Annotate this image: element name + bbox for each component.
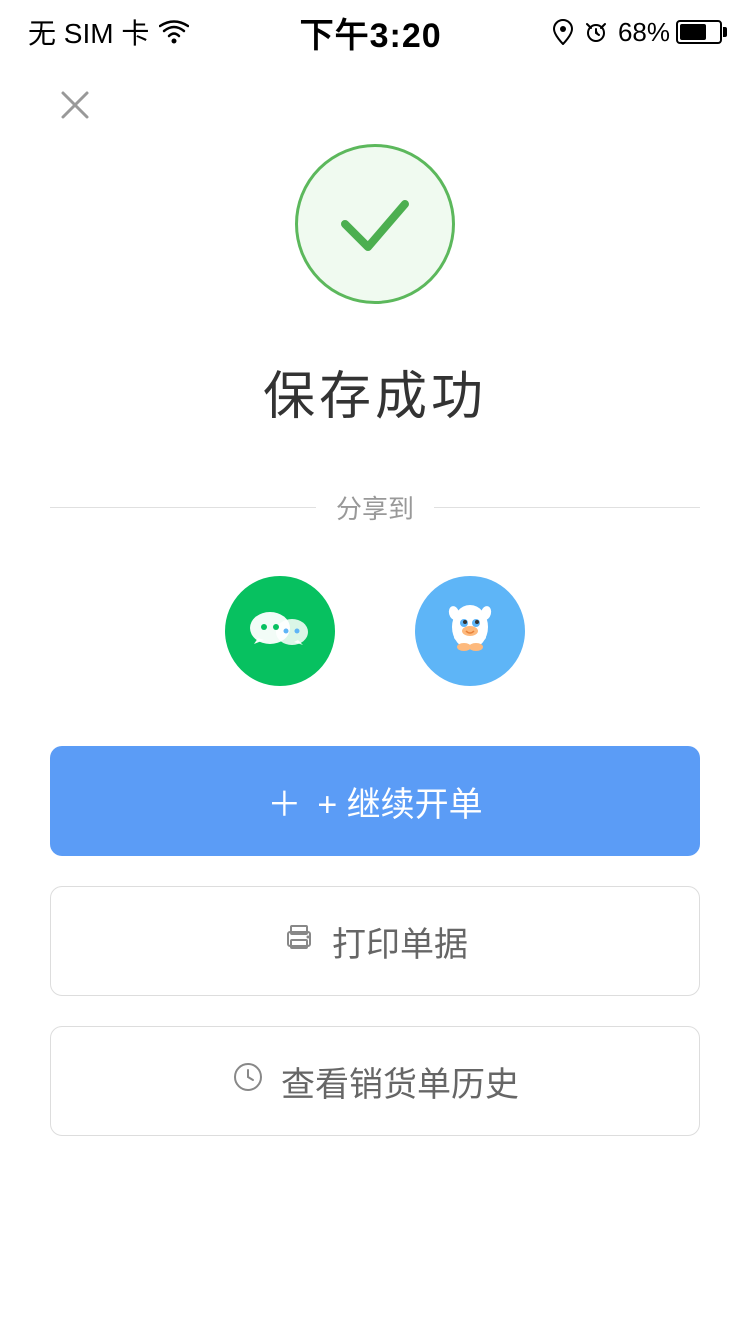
battery-container: 68%	[618, 17, 722, 48]
battery-text: 68%	[618, 17, 670, 48]
wechat-share-button[interactable]	[225, 576, 335, 686]
share-section: 分享到	[0, 489, 750, 686]
plus-icon: ＋	[267, 777, 301, 826]
share-icons	[50, 576, 700, 686]
clock-icon	[231, 1060, 265, 1103]
share-label: 分享到	[336, 489, 414, 526]
history-button-label: 查看销货单历史	[281, 1057, 519, 1106]
printer-icon	[282, 920, 316, 963]
close-button[interactable]	[50, 80, 100, 130]
continue-button[interactable]: ＋ + 继续开单	[50, 746, 700, 856]
status-time: 下午3:20	[300, 8, 442, 57]
status-left: 无 SIM 卡	[28, 12, 189, 52]
share-divider: 分享到	[50, 489, 700, 526]
wechat-icon	[246, 602, 314, 660]
divider-line-left	[50, 507, 316, 508]
location-icon	[552, 19, 574, 45]
qq-icon	[438, 595, 502, 667]
status-bar: 无 SIM 卡 下午3:20 68%	[0, 0, 750, 64]
divider-line-right	[434, 507, 700, 508]
alarm-icon	[584, 19, 608, 45]
battery-fill	[680, 24, 706, 40]
close-icon	[57, 87, 93, 123]
action-buttons: ＋ + 继续开单 打印单据 查看销货单历	[0, 746, 750, 1136]
qq-share-button[interactable]	[415, 576, 525, 686]
continue-button-label: + 继续开单	[317, 777, 482, 826]
battery-icon	[676, 20, 722, 44]
success-circle	[295, 144, 455, 304]
main-content: 保存成功 分享到	[0, 64, 750, 1136]
history-button[interactable]: 查看销货单历史	[50, 1026, 700, 1136]
carrier-text: 无 SIM 卡	[28, 12, 149, 52]
success-title: 保存成功	[263, 354, 487, 429]
status-right: 68%	[552, 17, 722, 48]
wifi-icon	[159, 19, 189, 45]
print-button-label: 打印单据	[332, 917, 468, 966]
print-button[interactable]: 打印单据	[50, 886, 700, 996]
checkmark-icon	[330, 179, 420, 269]
